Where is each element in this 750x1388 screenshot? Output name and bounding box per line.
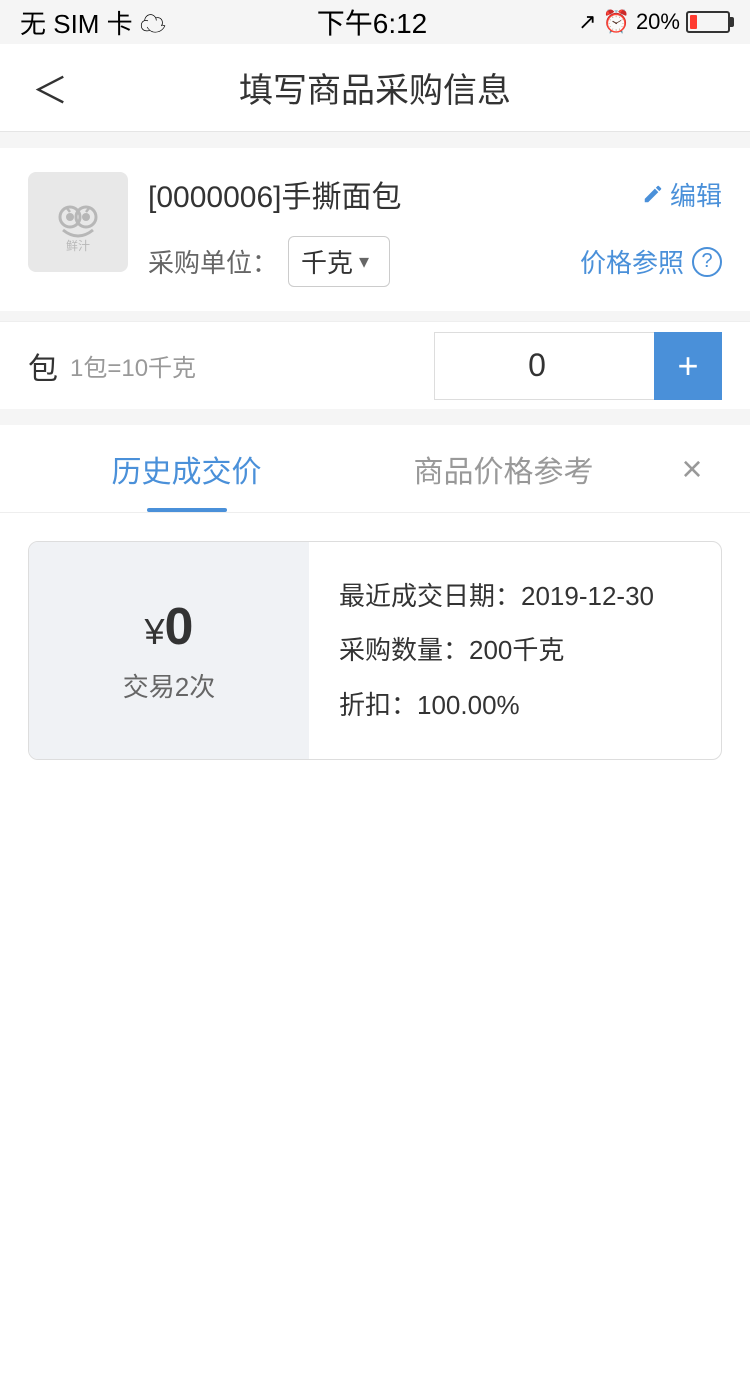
price-amount: ¥0	[145, 597, 194, 657]
product-name: [0000006]手撕面包	[148, 172, 401, 216]
unit-label: 采购单位： 千克 ▾	[148, 236, 390, 287]
edit-label: 编辑	[670, 176, 722, 213]
product-section: 鲜汁 [0000006]手撕面包 编辑 采购单位： 千克 ▾	[0, 148, 750, 311]
tab-price-ref[interactable]: 商品价格参考	[345, 425, 662, 512]
alarm-icon: ⏰	[603, 9, 630, 35]
help-icon: ?	[692, 247, 722, 277]
currency-symbol: ¥	[145, 611, 165, 652]
status-bar: 无 SIM 卡 ☁ 下午6:12 ↗ ⏰ 20%	[0, 0, 750, 44]
location-icon: ↗	[578, 9, 596, 35]
tab-close-button[interactable]: ×	[662, 439, 722, 499]
product-thumbnail: 鲜汁	[28, 172, 128, 272]
status-time: 下午6:12	[317, 2, 428, 42]
quantity-unit: 包	[28, 344, 58, 388]
battery-fill	[690, 15, 697, 29]
discount-value: 100.00%	[417, 690, 520, 720]
unit-value: 千克	[301, 243, 353, 280]
close-icon: ×	[681, 448, 702, 490]
price-ref-label: 价格参照	[580, 243, 684, 280]
battery-icon	[686, 11, 730, 33]
unit-label-text: 采购单位：	[148, 243, 278, 280]
tab-price-ref-label: 商品价格参考	[414, 447, 594, 491]
tab-history-price[interactable]: 历史成交价	[28, 425, 345, 512]
product-thumb-icon: 鲜汁	[48, 192, 108, 252]
unit-select-arrow: ▾	[359, 249, 369, 274]
product-info: [0000006]手撕面包 编辑 采购单位： 千克 ▾ 价格	[148, 172, 722, 287]
quantity-row: 采购数量：200千克	[339, 632, 691, 668]
quantity-label: 包 1包=10千克	[28, 344, 196, 388]
edit-icon	[642, 183, 664, 205]
svg-text:鲜汁: 鲜汁	[66, 239, 90, 252]
tab-bar: 历史成交价 商品价格参考 ×	[0, 425, 750, 513]
status-right: ↗ ⏰ 20%	[578, 9, 730, 35]
page-footer-fill	[0, 788, 750, 1388]
tab-section: 历史成交价 商品价格参考 × ¥0 交易2次 最近成交日期：2019-12-30…	[0, 425, 750, 1388]
product-title-row: [0000006]手撕面包 编辑	[148, 172, 722, 216]
plus-icon: +	[677, 345, 698, 387]
product-header: 鲜汁 [0000006]手撕面包 编辑 采购单位： 千克 ▾	[28, 172, 722, 287]
discount-label: 折扣：	[339, 690, 417, 720]
signal-text: 无 SIM 卡 ☁	[20, 4, 166, 41]
edit-button[interactable]: 编辑	[642, 176, 722, 213]
quantity-section: 包 1包=10千克 +	[0, 321, 750, 409]
quantity-detail-value: 200千克	[469, 635, 564, 665]
product-unit-row: 采购单位： 千克 ▾ 价格参照 ?	[148, 236, 722, 287]
price-card: ¥0 交易2次 最近成交日期：2019-12-30 采购数量：200千克 折扣：…	[28, 541, 722, 760]
trade-count: 交易2次	[123, 667, 215, 704]
recent-date-label: 最近成交日期：	[339, 581, 521, 611]
tab-history-price-label: 历史成交价	[112, 447, 262, 491]
discount-row: 折扣：100.00%	[339, 687, 691, 723]
quantity-input[interactable]	[434, 332, 654, 400]
quantity-controls: +	[434, 332, 722, 400]
price-left: ¥0 交易2次	[29, 542, 309, 759]
quantity-plus-button[interactable]: +	[654, 332, 722, 400]
price-right: 最近成交日期：2019-12-30 采购数量：200千克 折扣：100.00%	[309, 542, 721, 759]
quantity-unit-hint: 1包=10千克	[70, 348, 196, 383]
back-button[interactable]: ＜	[20, 58, 80, 118]
status-left: 无 SIM 卡 ☁	[20, 4, 166, 41]
quantity-detail-label: 采购数量：	[339, 635, 469, 665]
price-card-container: ¥0 交易2次 最近成交日期：2019-12-30 采购数量：200千克 折扣：…	[0, 513, 750, 788]
battery-percent: 20%	[636, 9, 680, 35]
unit-select[interactable]: 千克 ▾	[288, 236, 390, 287]
page-title: 填写商品采购信息	[239, 63, 511, 112]
price-ref-button[interactable]: 价格参照 ?	[580, 243, 722, 280]
recent-date-row: 最近成交日期：2019-12-30	[339, 578, 691, 614]
nav-bar: ＜ 填写商品采购信息	[0, 44, 750, 132]
back-icon: ＜	[32, 62, 68, 114]
price-value: 0	[165, 598, 194, 656]
recent-date-value: 2019-12-30	[521, 581, 654, 611]
